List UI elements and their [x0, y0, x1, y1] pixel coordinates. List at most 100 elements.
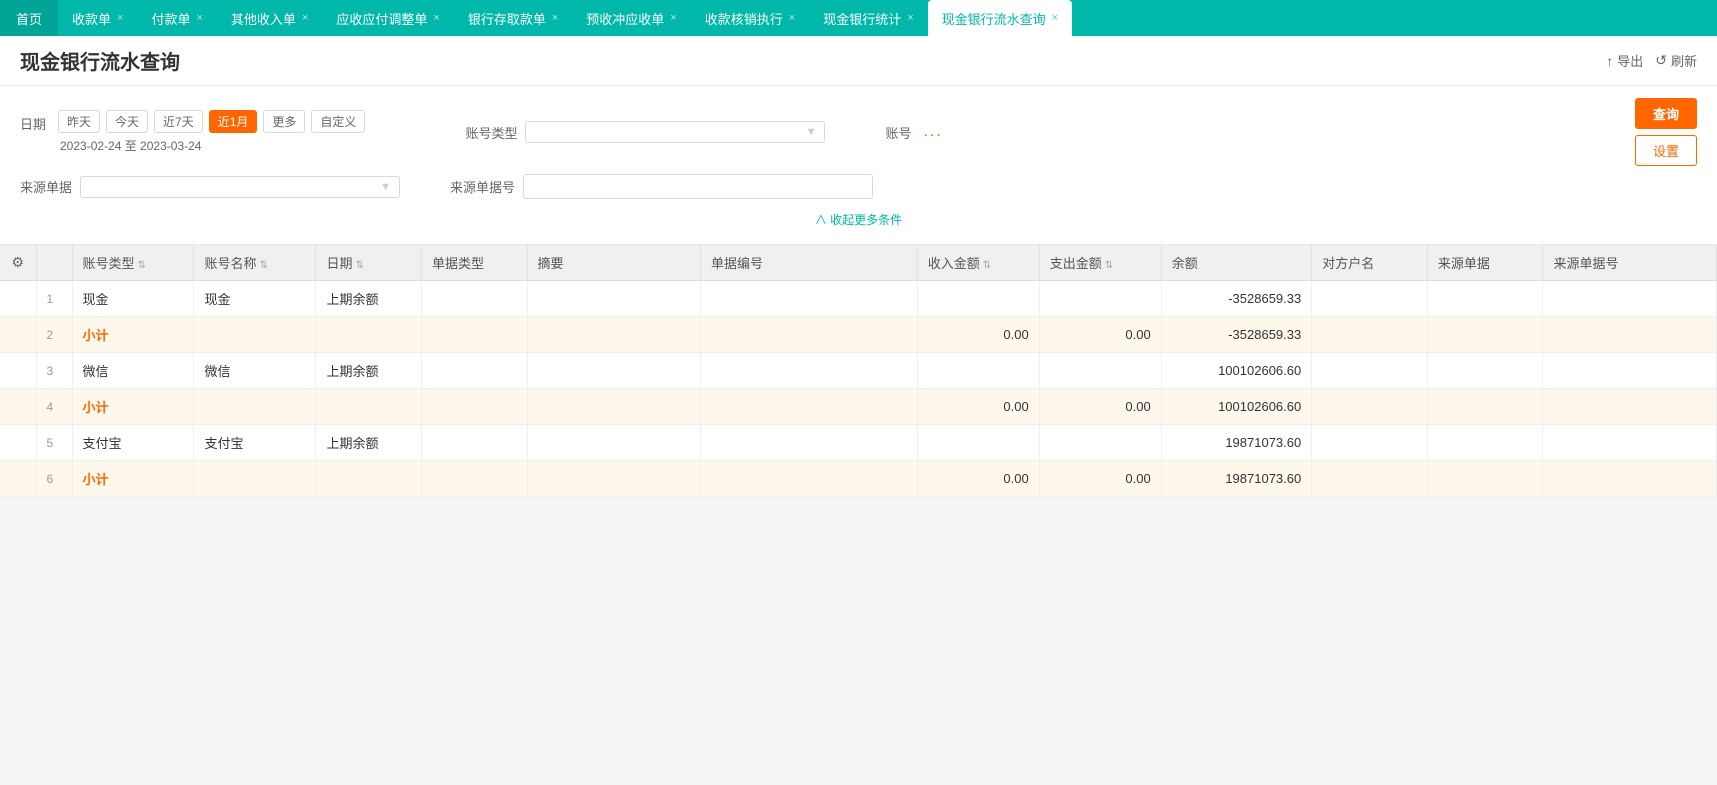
table-row: 3微信微信上期余额100102606.60: [0, 353, 1717, 389]
nav-home[interactable]: 首页: [0, 0, 58, 36]
account-type-arrow: ▼: [806, 126, 817, 138]
row-source-doc: [1427, 317, 1543, 353]
nav-tab[interactable]: 收款单 ×: [58, 0, 137, 36]
row-income: [917, 353, 1039, 389]
row-summary: [527, 317, 700, 353]
nav-tab[interactable]: 其他收入单×: [217, 0, 322, 36]
row-counterpart: [1312, 425, 1428, 461]
column-header-income[interactable]: 收入金额⇅: [917, 245, 1039, 281]
tab-close-icon[interactable]: ×: [670, 12, 676, 24]
row-balance: -3528659.33: [1161, 317, 1312, 353]
tab-close-icon[interactable]: ×: [117, 12, 123, 24]
date-option-button[interactable]: 自定义: [311, 110, 365, 133]
row-balance: 100102606.60: [1161, 389, 1312, 425]
row-expense: [1039, 425, 1161, 461]
date-option-button[interactable]: 近7天: [154, 110, 203, 133]
top-nav: 首页 收款单×付款单×其他收入单×应收应付调整单×银行存取款单×预收冲应收单×收…: [0, 0, 1717, 36]
settings-gear-icon[interactable]: ⚙: [11, 254, 24, 270]
account-type-select[interactable]: ▼: [525, 121, 825, 143]
source-doc-arrow: ▼: [380, 181, 391, 193]
nav-tab[interactable]: 现金银行流水查询×: [928, 0, 1072, 36]
account-dots[interactable]: ...: [923, 123, 942, 141]
source-doc-no-input[interactable]: [523, 174, 873, 199]
column-header-counterpart: 对方户名: [1312, 245, 1428, 281]
date-option-button[interactable]: 近1月: [209, 110, 258, 133]
row-doc-type: [421, 317, 527, 353]
settings-button[interactable]: 设置: [1635, 135, 1697, 166]
sort-icon: ⇅: [260, 260, 268, 271]
nav-tab[interactable]: 收款核销执行 ×: [691, 0, 809, 36]
row-source-doc-no: [1543, 281, 1717, 317]
row-expense: 0.00: [1039, 389, 1161, 425]
row-account-name: 支付宝: [194, 425, 316, 461]
collapse-label: 收起更多条件: [830, 213, 902, 227]
column-header-date[interactable]: 日期⇅: [316, 245, 422, 281]
column-header-account_type[interactable]: 账号类型⇅: [72, 245, 194, 281]
tab-close-icon[interactable]: ×: [196, 12, 202, 24]
tab-close-icon[interactable]: ×: [302, 12, 308, 24]
filter-row-2: 来源单据 ▼ 来源单据号: [20, 174, 1697, 199]
nav-tab[interactable]: 付款单×: [137, 0, 216, 36]
row-date: [316, 461, 422, 497]
collapse-icon: ∧: [815, 213, 827, 227]
tab-close-icon[interactable]: ×: [433, 12, 439, 24]
source-doc-select[interactable]: ▼: [80, 176, 400, 198]
account-label: 账号: [885, 123, 915, 142]
column-header-account_name[interactable]: 账号名称⇅: [194, 245, 316, 281]
date-option-button[interactable]: 今天: [106, 110, 148, 133]
nav-tab[interactable]: 预收冲应收单×: [572, 0, 690, 36]
tab-close-icon[interactable]: ×: [789, 12, 795, 24]
column-header-doc_no: 单据编号: [700, 245, 917, 281]
row-source-doc: [1427, 425, 1543, 461]
row-source-doc-no: [1543, 353, 1717, 389]
nav-tab[interactable]: 银行存取款单 ×: [454, 0, 572, 36]
row-index: 4: [36, 389, 72, 425]
row-expense: 0.00: [1039, 317, 1161, 353]
account-type-filter: 账号类型 ▼: [465, 121, 825, 143]
tab-label: 收款单: [72, 9, 111, 28]
refresh-label: 刷新: [1671, 51, 1697, 70]
row-income: [917, 425, 1039, 461]
row-balance: -3528659.33: [1161, 281, 1312, 317]
row-summary: [527, 425, 700, 461]
row-income: [917, 281, 1039, 317]
table-row: 2小计0.000.00-3528659.33: [0, 317, 1717, 353]
tab-close-icon[interactable]: ×: [907, 12, 913, 24]
column-header-balance: 余额: [1161, 245, 1312, 281]
date-label: 日期: [20, 114, 50, 133]
table-container: ⚙账号类型⇅账号名称⇅日期⇅单据类型摘要单据编号收入金额⇅支出金额⇅余额对方户名…: [0, 245, 1717, 497]
row-summary: [527, 389, 700, 425]
row-summary: [527, 353, 700, 389]
tab-label: 收款核销执行: [705, 9, 783, 28]
row-settings: [0, 281, 36, 317]
export-button[interactable]: ↑ 导出: [1606, 51, 1643, 70]
nav-tab[interactable]: 应收应付调整单 ×: [322, 0, 453, 36]
tab-close-icon[interactable]: ×: [552, 12, 558, 24]
collapse-bar[interactable]: ∧ 收起更多条件: [20, 207, 1697, 232]
tab-label: 银行存取款单: [468, 9, 546, 28]
row-balance: 19871073.60: [1161, 425, 1312, 461]
row-source-doc: [1427, 389, 1543, 425]
row-doc-type: [421, 389, 527, 425]
sort-icon: ⇅: [355, 260, 363, 271]
export-label: 导出: [1617, 51, 1643, 70]
page-header: 现金银行流水查询 ↑ 导出 ↺ 刷新: [0, 36, 1717, 86]
tab-label: 应收应付调整单: [336, 9, 427, 28]
date-filter: 日期 昨天今天近7天近1月更多自定义 2023-02-24 至 2023-03-…: [20, 110, 365, 154]
nav-tab[interactable]: 现金银行统计×: [809, 0, 927, 36]
source-doc-no-label: 来源单据号: [450, 177, 515, 196]
row-source-doc-no: [1543, 461, 1717, 497]
refresh-button[interactable]: ↺ 刷新: [1655, 51, 1697, 70]
row-counterpart: [1312, 461, 1428, 497]
date-option-button[interactable]: 更多: [263, 110, 305, 133]
query-button[interactable]: 查询: [1635, 98, 1697, 129]
row-settings: [0, 425, 36, 461]
date-option-button[interactable]: 昨天: [58, 110, 100, 133]
row-source-doc-no: [1543, 425, 1717, 461]
column-header-expense[interactable]: 支出金额⇅: [1039, 245, 1161, 281]
row-account-type: 小计: [72, 317, 194, 353]
tab-close-icon[interactable]: ×: [1052, 12, 1058, 24]
column-header-source_doc_no: 来源单据号: [1543, 245, 1717, 281]
row-doc-type: [421, 281, 527, 317]
row-doc-no: [700, 389, 917, 425]
